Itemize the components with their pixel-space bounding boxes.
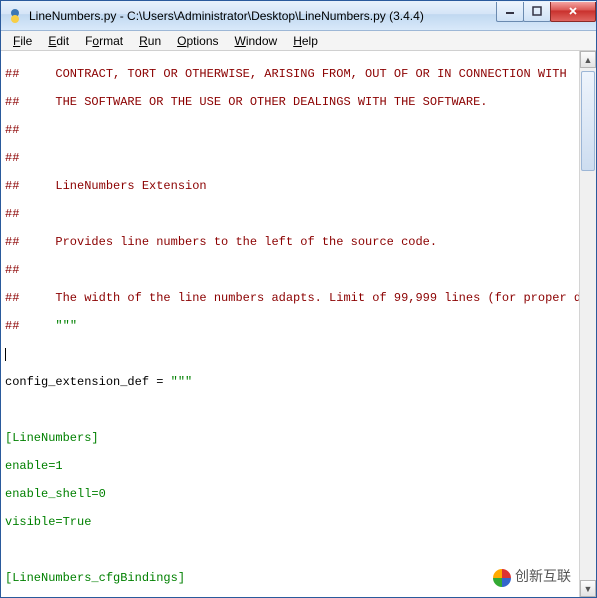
maximize-button[interactable] (523, 2, 551, 22)
code-line: ## """ (5, 319, 575, 333)
menu-window[interactable]: Window (227, 32, 286, 50)
code-line: ## CONTRACT, TORT OR OTHERWISE, ARISING … (5, 67, 575, 81)
code-line: ## THE SOFTWARE OR THE USE OR OTHER DEAL… (5, 95, 575, 109)
menu-edit[interactable]: Edit (40, 32, 77, 50)
window-title: LineNumbers.py - C:\Users\Administrator\… (29, 9, 497, 23)
text-cursor (5, 348, 6, 361)
vertical-scrollbar[interactable]: ▲ ▼ (579, 51, 596, 597)
code-line: visible=True (5, 515, 575, 529)
python-idle-icon (7, 8, 23, 24)
code-line: enable=1 (5, 459, 575, 473)
code-line: config_extension_def = """ (5, 375, 575, 389)
titlebar[interactable]: LineNumbers.py - C:\Users\Administrator\… (1, 1, 596, 31)
menubar: File Edit Format Run Options Window Help (1, 31, 596, 51)
code-line: ## LineNumbers Extension (5, 179, 575, 193)
scroll-down-arrow-icon[interactable]: ▼ (580, 580, 596, 597)
code-line: ## (5, 151, 575, 165)
window-buttons (497, 2, 596, 22)
code-line: ## (5, 123, 575, 137)
code-line: ## (5, 263, 575, 277)
editor-wrap: ## CONTRACT, TORT OR OTHERWISE, ARISING … (1, 51, 596, 597)
menu-help[interactable]: Help (285, 32, 326, 50)
code-line: [LineNumbers_cfgBindings] (5, 571, 575, 585)
code-line (5, 403, 575, 417)
scroll-up-arrow-icon[interactable]: ▲ (580, 51, 596, 68)
code-line: enable_shell=0 (5, 487, 575, 501)
minimize-button[interactable] (496, 2, 524, 22)
menu-options[interactable]: Options (169, 32, 226, 50)
menu-file[interactable]: File (5, 32, 40, 50)
menu-run[interactable]: Run (131, 32, 169, 50)
code-line (5, 543, 575, 557)
code-line: ## The width of the line numbers adapts.… (5, 291, 575, 305)
menu-format[interactable]: Format (77, 32, 131, 50)
code-line (5, 347, 575, 361)
code-line: ## (5, 207, 575, 221)
code-line: [LineNumbers] (5, 431, 575, 445)
code-editor[interactable]: ## CONTRACT, TORT OR OTHERWISE, ARISING … (1, 51, 579, 597)
scroll-thumb[interactable] (581, 71, 595, 171)
code-line: ## Provides line numbers to the left of … (5, 235, 575, 249)
app-window: LineNumbers.py - C:\Users\Administrator\… (0, 0, 597, 598)
close-button[interactable] (550, 2, 596, 22)
